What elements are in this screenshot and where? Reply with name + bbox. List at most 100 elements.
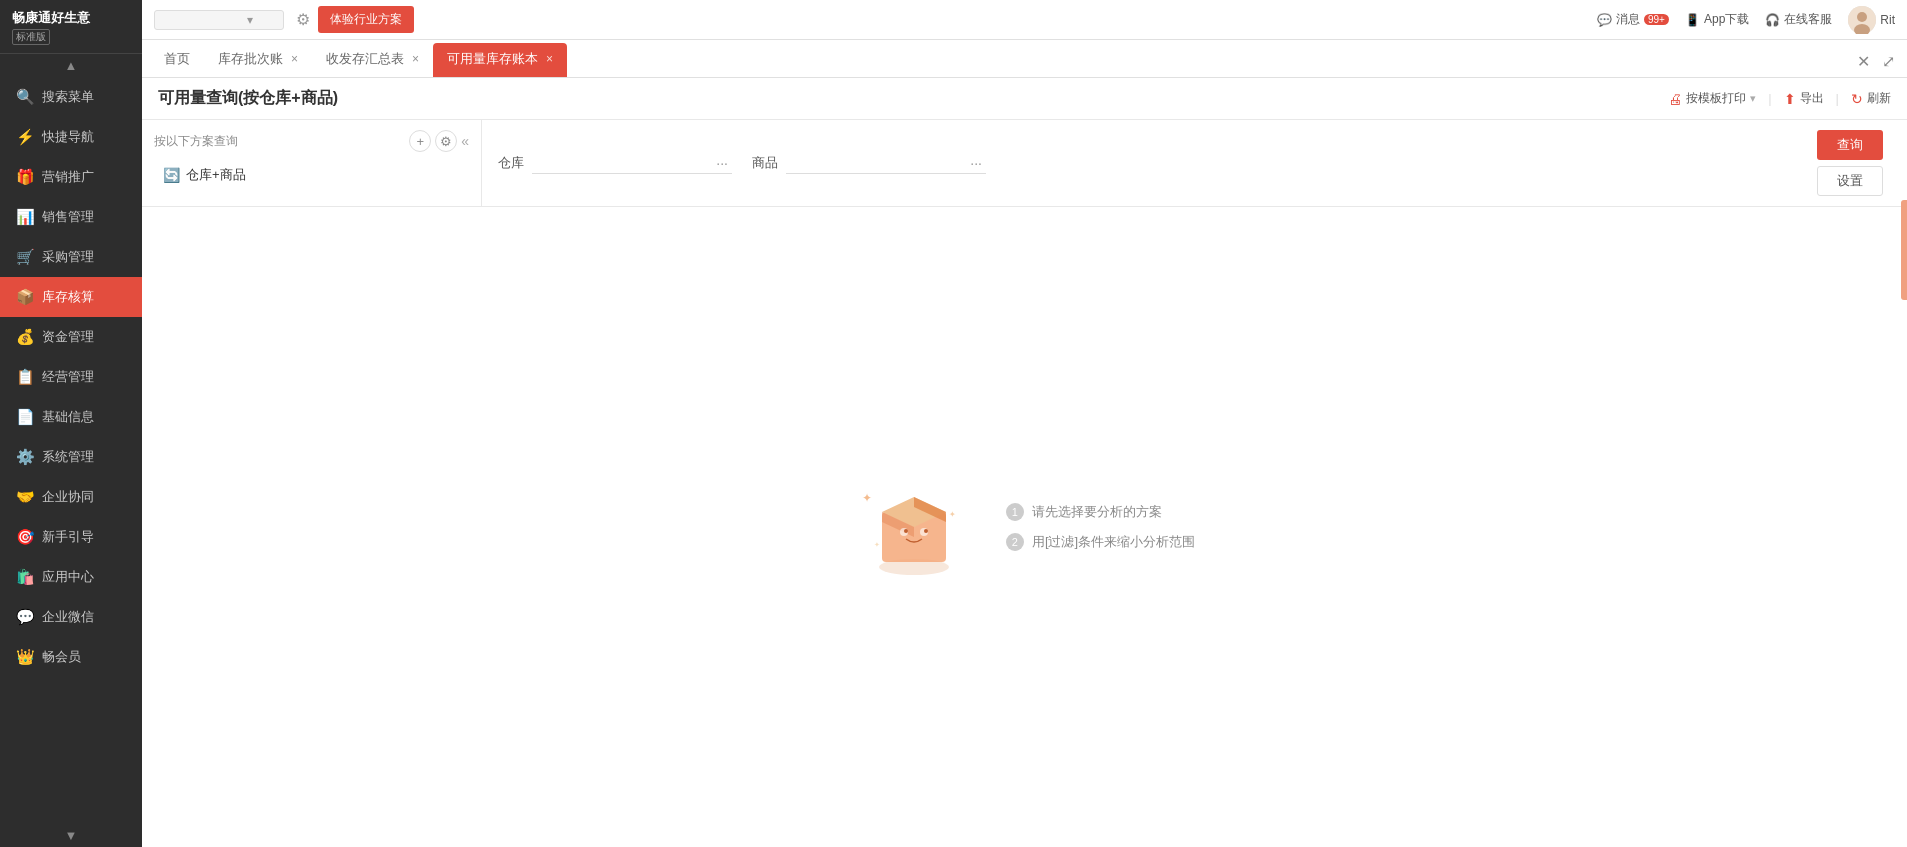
- sidebar-item-cooperation[interactable]: 🤝 企业协同: [0, 477, 142, 517]
- app-download-button[interactable]: 📱 App下载: [1685, 11, 1749, 28]
- industry-solution-button[interactable]: 体验行业方案: [318, 6, 414, 33]
- tab-home[interactable]: 首页: [150, 43, 204, 77]
- sidebar-item-member[interactable]: 👑 畅会员: [0, 637, 142, 677]
- message-button[interactable]: 💬 消息 99+: [1597, 11, 1669, 28]
- topbar-gear-icon[interactable]: ⚙: [296, 10, 310, 29]
- cooperation-icon: 🤝: [16, 488, 34, 506]
- scheme-warehouse-goods[interactable]: 🔄 仓库+商品: [154, 160, 469, 190]
- query-button[interactable]: 查询: [1817, 130, 1883, 160]
- tip-text-2: 用[过滤]条件来缩小分析范围: [1032, 533, 1195, 551]
- export-icon: ⬆: [1784, 91, 1796, 107]
- online-service-button[interactable]: 🎧 在线客服: [1765, 11, 1832, 28]
- goods-label: 商品: [752, 154, 778, 172]
- sidebar-item-quicknav[interactable]: ⚡ 快捷导航: [0, 117, 142, 157]
- tab-available-close-icon[interactable]: ×: [546, 52, 553, 66]
- page-header: 可用量查询(按仓库+商品) 🖨 按模板打印 ▾ | ⬆ 导出 | ↻ 刷新: [142, 78, 1907, 120]
- sidebar-item-operation[interactable]: 📋 经营管理: [0, 357, 142, 397]
- sidebar-item-basic[interactable]: 📄 基础信息: [0, 397, 142, 437]
- goods-more-icon[interactable]: ···: [970, 155, 982, 171]
- tip-num-2: 2: [1006, 533, 1024, 551]
- marketing-icon: 🎁: [16, 168, 34, 186]
- sidebar-item-label: 系统管理: [42, 448, 94, 466]
- sidebar-item-system[interactable]: ⚙️ 系统管理: [0, 437, 142, 477]
- scroll-up-arrow[interactable]: ▲: [0, 54, 142, 77]
- app-tag: 标准版: [12, 29, 50, 45]
- query-area: 按以下方案查询 + ⚙ « 🔄 仓库+商品 仓库: [142, 120, 1907, 207]
- sidebar-scroll: 🔍 搜索菜单 ⚡ 快捷导航 🎁 营销推广 📊 销售管理 🛒 采购管理 📦 库存核…: [0, 77, 142, 824]
- app-download-icon: 📱: [1685, 13, 1700, 27]
- close-tab-button[interactable]: ✕: [1853, 50, 1874, 73]
- user-profile-button[interactable]: Rit: [1848, 6, 1895, 34]
- query-action-buttons: 查询 设置: [1817, 130, 1891, 196]
- goods-input[interactable]: [790, 156, 966, 170]
- sidebar-item-purchase[interactable]: 🛒 采购管理: [0, 237, 142, 277]
- tab-batch-label: 库存批次账: [218, 50, 283, 68]
- goods-field: 商品 ···: [752, 153, 986, 174]
- sidebar-item-label: 应用中心: [42, 568, 94, 586]
- tab-bar: 首页 库存批次账 × 收发存汇总表 × 可用量库存账本 × ✕ ⤢: [142, 40, 1907, 78]
- add-scheme-button[interactable]: +: [409, 130, 431, 152]
- tab-batch-close-icon[interactable]: ×: [291, 52, 298, 66]
- message-icon: 💬: [1597, 13, 1612, 27]
- sidebar-item-newbie[interactable]: 🎯 新手引导: [0, 517, 142, 557]
- system-icon: ⚙️: [16, 448, 34, 466]
- query-scheme-actions: + ⚙ «: [409, 130, 469, 152]
- headset-icon: 🎧: [1765, 13, 1780, 27]
- settings-scheme-button[interactable]: ⚙: [435, 130, 457, 152]
- purchase-icon: 🛒: [16, 248, 34, 266]
- query-filter-area: 仓库 ··· 商品 ··· 查询 设置: [482, 120, 1907, 206]
- svg-text:✦: ✦: [949, 510, 956, 519]
- expand-tab-button[interactable]: ⤢: [1878, 50, 1899, 73]
- empty-tip-2: 2 用[过滤]条件来缩小分析范围: [1006, 533, 1195, 551]
- svg-text:✦: ✦: [874, 541, 880, 548]
- sidebar-item-search[interactable]: 🔍 搜索菜单: [0, 77, 142, 117]
- print-label: 按模板打印: [1686, 90, 1746, 107]
- search-dropdown-icon[interactable]: ▾: [247, 13, 253, 27]
- refresh-icon: ↻: [1851, 91, 1863, 107]
- warehouse-input[interactable]: [536, 156, 712, 170]
- tab-stock-summary-label: 收发存汇总表: [326, 50, 404, 68]
- query-settings-button[interactable]: 设置: [1817, 166, 1883, 196]
- tab-bar-actions: ✕ ⤢: [1853, 50, 1899, 77]
- sidebar-item-label: 采购管理: [42, 248, 94, 266]
- scroll-down-arrow[interactable]: ▼: [0, 824, 142, 847]
- tab-available[interactable]: 可用量库存账本 ×: [433, 43, 567, 77]
- tab-batch[interactable]: 库存批次账 ×: [204, 43, 312, 77]
- app-download-label: App下载: [1704, 11, 1749, 28]
- sidebar-item-marketing[interactable]: 🎁 营销推广: [0, 157, 142, 197]
- member-icon: 👑: [16, 648, 34, 666]
- warehouse-more-icon[interactable]: ···: [716, 155, 728, 171]
- newbie-icon: 🎯: [16, 528, 34, 546]
- collapse-button[interactable]: «: [461, 133, 469, 149]
- sidebar-item-appstore[interactable]: 🛍️ 应用中心: [0, 557, 142, 597]
- tab-stock-summary-close-icon[interactable]: ×: [412, 52, 419, 66]
- page-title: 可用量查询(按仓库+商品): [158, 88, 338, 109]
- scheme-label: 仓库+商品: [186, 166, 246, 184]
- username-label: Rit: [1880, 13, 1895, 27]
- sidebar-item-inventory[interactable]: 📦 库存核算: [0, 277, 142, 317]
- sidebar-item-finance[interactable]: 💰 资金管理: [0, 317, 142, 357]
- avatar: [1848, 6, 1876, 34]
- query-scheme-title: 按以下方案查询: [154, 133, 238, 150]
- search-input[interactable]: [163, 13, 243, 27]
- tab-available-label: 可用量库存账本: [447, 50, 538, 68]
- tab-stock-summary[interactable]: 收发存汇总表 ×: [312, 43, 433, 77]
- print-button[interactable]: 🖨 按模板打印 ▾: [1668, 90, 1756, 107]
- refresh-button[interactable]: ↻ 刷新: [1851, 90, 1891, 107]
- sidebar-item-sales[interactable]: 📊 销售管理: [0, 197, 142, 237]
- topbar-search-box[interactable]: ▾: [154, 10, 284, 30]
- sales-icon: 📊: [16, 208, 34, 226]
- print-icon: 🖨: [1668, 91, 1682, 107]
- export-button[interactable]: ⬆ 导出: [1784, 90, 1824, 107]
- sidebar: 畅康通好生意 标准版 ▲ 🔍 搜索菜单 ⚡ 快捷导航 🎁 营销推广 📊 销售管理…: [0, 0, 142, 847]
- inventory-icon: 📦: [16, 288, 34, 306]
- sidebar-item-wechat[interactable]: 💬 企业微信: [0, 597, 142, 637]
- tip-text-1: 请先选择要分析的方案: [1032, 503, 1162, 521]
- content-area: 可用量查询(按仓库+商品) 🖨 按模板打印 ▾ | ⬆ 导出 | ↻ 刷新: [142, 78, 1907, 847]
- print-dropdown-icon[interactable]: ▾: [1750, 92, 1756, 105]
- divider2: |: [1836, 91, 1839, 106]
- topbar-right: 💬 消息 99+ 📱 App下载 🎧 在线客服: [1597, 6, 1895, 34]
- export-label: 导出: [1800, 90, 1824, 107]
- operation-icon: 📋: [16, 368, 34, 386]
- sidebar-item-label: 新手引导: [42, 528, 94, 546]
